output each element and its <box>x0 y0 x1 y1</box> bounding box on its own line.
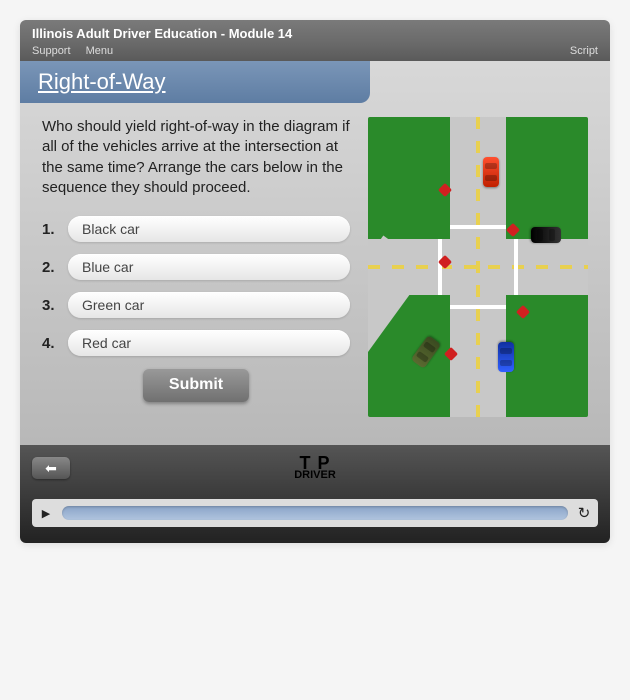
answer-number: 4. <box>42 335 68 352</box>
footer-bar: ⬅ T P DRIVER ▶ ↻ <box>20 445 610 543</box>
answer-option-blue[interactable]: Blue car <box>68 254 350 280</box>
question-column: Who should yield right-of-way in the dia… <box>42 117 350 417</box>
play-button[interactable]: ▶ <box>36 503 56 523</box>
answer-option-red[interactable]: Red car <box>68 330 350 356</box>
menu-support[interactable]: Support <box>32 45 71 57</box>
road-diagonal <box>368 236 429 417</box>
car-blue-icon <box>498 342 514 372</box>
menubar: Support Menu Script <box>20 43 610 61</box>
answer-number: 1. <box>42 221 68 238</box>
answer-number: 2. <box>42 259 68 276</box>
replay-button[interactable]: ↻ <box>574 503 594 523</box>
menubar-left: Support Menu <box>32 45 125 57</box>
slide-heading-tab: Right-of-Way <box>20 61 370 103</box>
car-black-icon <box>531 227 561 243</box>
menu-script[interactable]: Script <box>570 45 598 57</box>
answer-option-black[interactable]: Black car <box>68 216 350 242</box>
lane-marking-horizontal <box>368 265 588 269</box>
slide-heading: Right-of-Way <box>38 69 166 94</box>
menubar-right: Script <box>570 45 598 57</box>
submit-button[interactable]: Submit <box>143 368 249 402</box>
answer-row-3: 3. Green car <box>42 292 350 318</box>
app-frame: Illinois Adult Driver Education - Module… <box>20 20 610 543</box>
answer-row-1: 1. Black car <box>42 216 350 242</box>
play-icon: ▶ <box>42 507 50 520</box>
replay-icon: ↻ <box>578 504 591 522</box>
crosswalk-south <box>450 305 506 309</box>
car-green-icon <box>411 335 442 369</box>
course-title: Illinois Adult Driver Education - Module… <box>32 26 292 41</box>
stop-sign-icon <box>506 223 520 237</box>
car-red-icon <box>483 157 499 187</box>
main-row: Who should yield right-of-way in the dia… <box>20 117 610 435</box>
answer-row-2: 2. Blue car <box>42 254 350 280</box>
course-title-bar: Illinois Adult Driver Education - Module… <box>20 20 610 43</box>
crosswalk-east <box>514 239 518 295</box>
answer-number: 3. <box>42 297 68 314</box>
menu-menu[interactable]: Menu <box>86 45 114 57</box>
answer-option-green[interactable]: Green car <box>68 292 350 318</box>
answer-row-4: 4. Red car <box>42 330 350 356</box>
content-area: Right-of-Way Who should yield right-of-w… <box>20 61 610 445</box>
logo-text-bottom: DRIVER <box>70 471 560 481</box>
arrow-left-icon: ⬅ <box>45 460 57 477</box>
submit-wrap: Submit <box>42 368 350 402</box>
intersection-diagram <box>368 117 588 417</box>
crosswalk-west <box>438 239 442 295</box>
back-button[interactable]: ⬅ <box>32 457 70 479</box>
top-driver-logo: T P DRIVER <box>70 455 560 481</box>
stop-sign-icon <box>516 305 530 319</box>
question-text: Who should yield right-of-way in the dia… <box>42 117 350 198</box>
audio-player: ▶ ↻ <box>32 499 598 527</box>
crosswalk-north <box>450 225 506 229</box>
footer-top-row: ⬅ T P DRIVER <box>32 455 598 481</box>
progress-bar[interactable] <box>62 506 568 520</box>
